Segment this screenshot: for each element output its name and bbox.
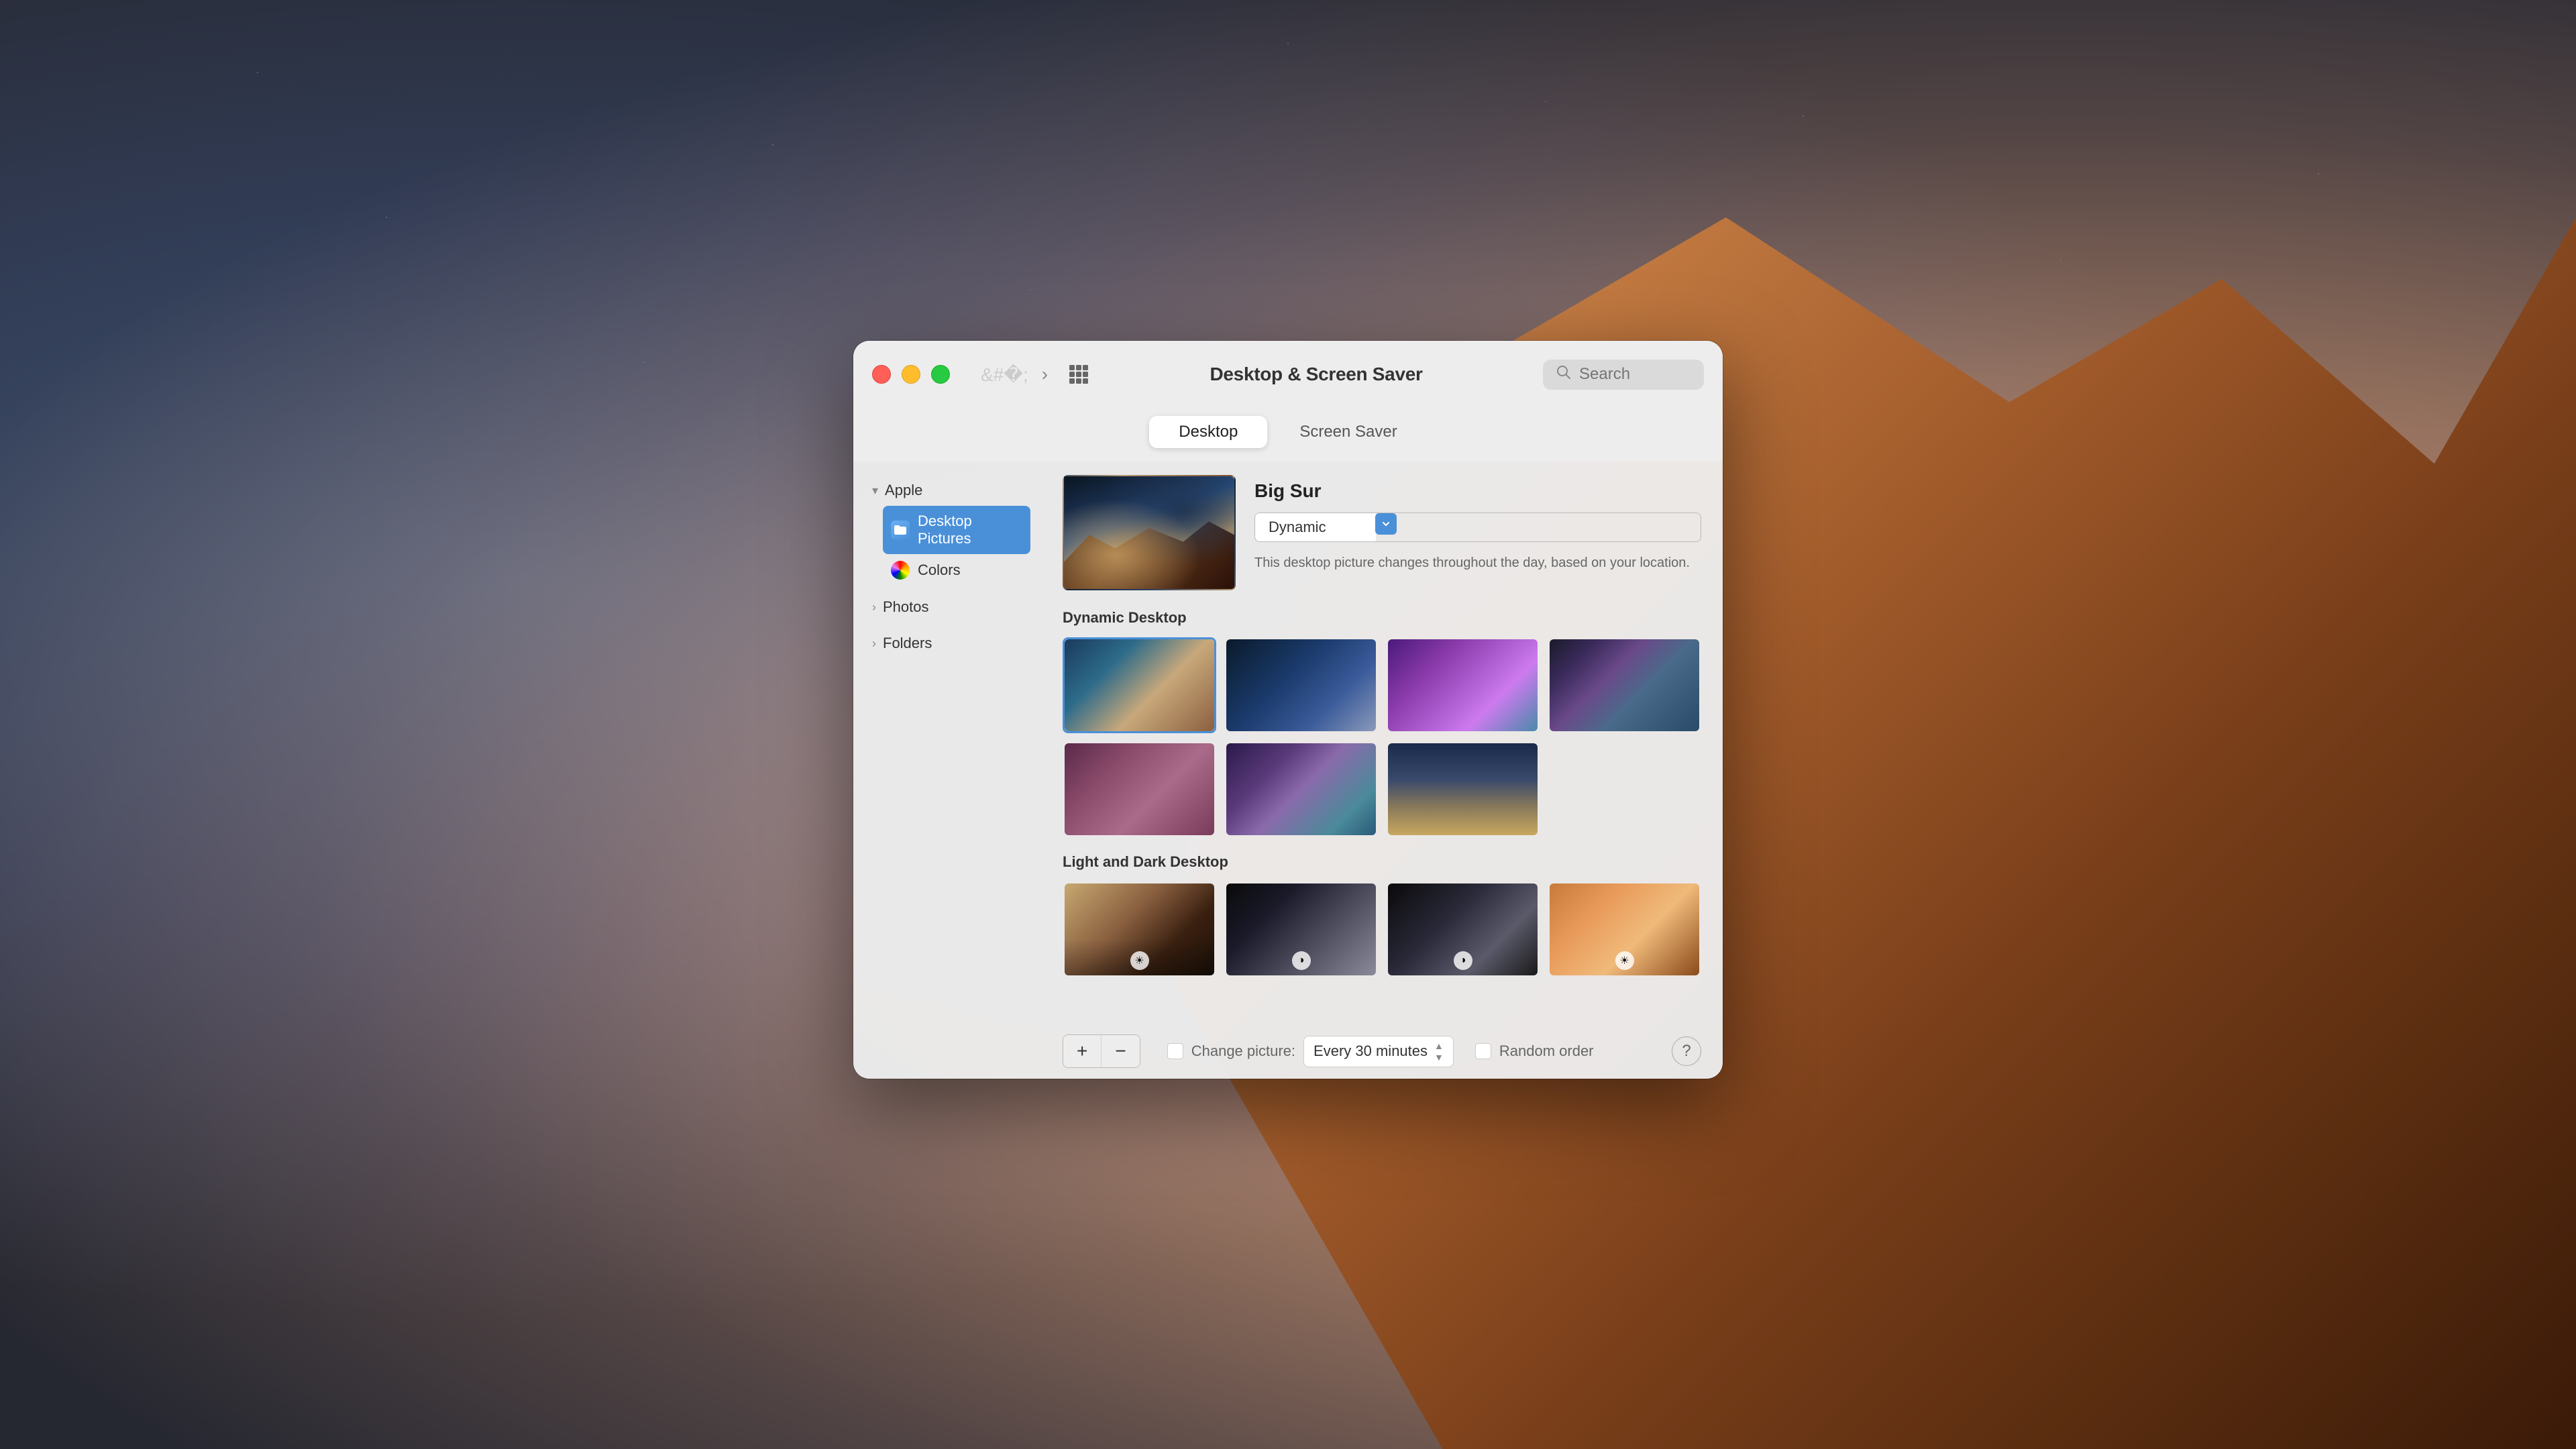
nav-buttons: &#�; › (977, 360, 1052, 390)
sidebar: ▾ Apple Desktop Pictures Colo (853, 462, 1041, 1079)
sidebar-item-colors[interactable]: Colors (883, 554, 1030, 586)
colors-icon (891, 561, 910, 580)
sidebar-item-desktop-pictures[interactable]: Desktop Pictures (883, 506, 1030, 554)
dropdown-wrapper[interactable]: Dynamic (1254, 513, 1701, 542)
chevron-down-icon: ▾ (872, 484, 878, 498)
forward-button[interactable]: › (1038, 360, 1052, 390)
wallpaper-thumb-ld3[interactable]: ◑ (1386, 881, 1540, 977)
tab-screen-saver[interactable]: Screen Saver (1270, 416, 1426, 448)
ld-icon-3: ◑ (1454, 951, 1472, 970)
sidebar-section-photos: › Photos (864, 592, 1030, 623)
dynamic-desktop-grid (1063, 637, 1701, 837)
bottom-bar: + − Change picture: Every 30 minutes ▲ ▼ (1063, 1024, 1701, 1079)
wallpaper-thumb-w6[interactable] (1224, 741, 1378, 837)
main-area: Big Sur Dynamic This desktop picture cha… (1041, 462, 1723, 1079)
titlebar: &#�; › Desktop & Screen Saver (853, 341, 1723, 408)
wallpaper-thumb-w4[interactable] (1548, 637, 1701, 733)
dropdown-arrow-icon[interactable] (1375, 513, 1397, 535)
window-title: Desktop & Screen Saver (1089, 364, 1543, 385)
bottom-options: Change picture: Every 30 minutes ▲ ▼ Ran… (1167, 1036, 1594, 1067)
sidebar-section-folders: › Folders (864, 628, 1030, 659)
section-label-light-dark: Light and Dark Desktop (1063, 853, 1701, 871)
ld-icon-1: ☀ (1130, 951, 1149, 970)
sidebar-group-folders[interactable]: › Folders (864, 628, 1030, 659)
wallpaper-grid-area: Dynamic Desktop (1063, 609, 1701, 1024)
preview-info: Big Sur Dynamic This desktop picture cha… (1254, 475, 1701, 573)
change-picture-row: Change picture: Every 30 minutes ▲ ▼ (1167, 1036, 1454, 1067)
wallpaper-thumb-w1[interactable] (1063, 637, 1216, 733)
help-button[interactable]: ? (1672, 1036, 1701, 1066)
sidebar-group-apple-label: Apple (885, 482, 922, 499)
dropdown-value: Dynamic (1255, 513, 1376, 541)
wallpaper-thumb-ld1[interactable]: ☀ (1063, 881, 1216, 977)
light-dark-grid: ☀ ◑ ◑ ☀ (1063, 881, 1701, 977)
change-picture-checkbox[interactable] (1167, 1043, 1183, 1059)
tab-desktop[interactable]: Desktop (1149, 416, 1267, 448)
chevron-right-icon: › (872, 600, 876, 614)
interval-value: Every 30 minutes (1313, 1042, 1428, 1060)
tabs-bar: Desktop Screen Saver (853, 408, 1723, 462)
sidebar-group-photos-label: Photos (883, 598, 929, 616)
wallpaper-thumb-w7[interactable] (1386, 741, 1540, 837)
preferences-window: &#�; › Desktop & Screen Saver (853, 341, 1723, 1079)
search-input[interactable] (1579, 365, 1690, 384)
minimize-button[interactable] (902, 365, 920, 384)
chevron-right-icon-2: › (872, 637, 876, 651)
close-button[interactable] (872, 365, 891, 384)
wallpaper-thumb-ld4[interactable]: ☀ (1548, 881, 1701, 977)
sidebar-group-folders-label: Folders (883, 635, 932, 652)
add-remove-buttons: + − (1063, 1034, 1140, 1068)
random-order-label: Random order (1499, 1042, 1594, 1060)
sidebar-group-apple[interactable]: ▾ Apple (864, 475, 1030, 506)
interval-dropdown[interactable]: Every 30 minutes ▲ ▼ (1303, 1036, 1454, 1067)
section-label-dynamic: Dynamic Desktop (1063, 609, 1701, 627)
change-picture-label: Change picture: (1191, 1042, 1295, 1060)
preview-description: This desktop picture changes throughout … (1254, 553, 1701, 573)
ld-icon-4: ☀ (1615, 951, 1634, 970)
add-button[interactable]: + (1063, 1035, 1102, 1067)
sidebar-section-apple: ▾ Apple Desktop Pictures Colo (864, 475, 1030, 586)
remove-button[interactable]: − (1102, 1035, 1139, 1067)
search-bar[interactable] (1543, 360, 1704, 390)
wallpaper-thumb-ld2[interactable]: ◑ (1224, 881, 1378, 977)
preview-wallpaper-name: Big Sur (1254, 480, 1701, 502)
random-order-row: Random order (1475, 1042, 1594, 1060)
grid-button[interactable] (1068, 364, 1089, 385)
back-button[interactable]: &#�; (977, 360, 1032, 390)
sidebar-item-colors-label: Colors (918, 561, 961, 579)
preview-area: Big Sur Dynamic This desktop picture cha… (1063, 475, 1701, 590)
content-area: ▾ Apple Desktop Pictures Colo (853, 462, 1723, 1079)
folder-icon (891, 521, 910, 539)
ld-icon-2: ◑ (1292, 951, 1311, 970)
sidebar-apple-items: Desktop Pictures Colors (883, 506, 1030, 586)
preview-thumbnail (1063, 475, 1236, 590)
sidebar-item-desktop-pictures-label: Desktop Pictures (918, 513, 1022, 547)
stepper-arrows: ▲ ▼ (1434, 1040, 1444, 1063)
wallpaper-thumb-w3[interactable] (1386, 637, 1540, 733)
traffic-lights (872, 365, 950, 384)
wallpaper-thumb-w5[interactable] (1063, 741, 1216, 837)
maximize-button[interactable] (931, 365, 950, 384)
search-icon (1556, 365, 1571, 384)
wallpaper-thumb-w2[interactable] (1224, 637, 1378, 733)
sidebar-group-photos[interactable]: › Photos (864, 592, 1030, 623)
random-order-checkbox[interactable] (1475, 1043, 1491, 1059)
